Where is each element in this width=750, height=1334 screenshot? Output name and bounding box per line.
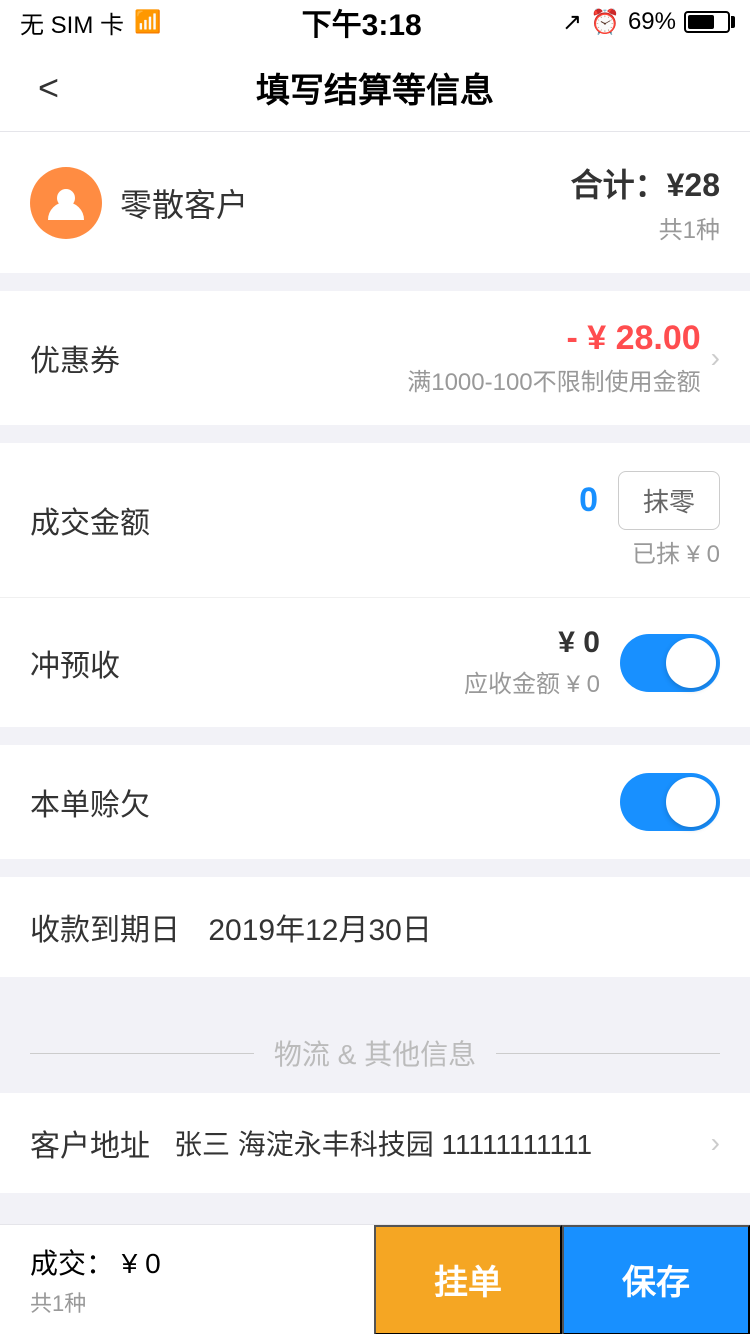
address-label: 客户地址 <box>30 1121 150 1165</box>
bottom-summary: 成交： ¥ 0 共1种 <box>0 1242 374 1318</box>
status-time: 下午3:18 <box>302 0 422 44</box>
battery-percent: 69% <box>628 8 676 36</box>
prepay-amount: ¥ 0 <box>464 626 600 660</box>
logistics-section: 物流 & 其他信息 <box>0 1013 750 1093</box>
status-right: ↗ ⏰ 69% <box>562 8 730 37</box>
transaction-sub: 已抹 ¥ 0 <box>579 534 720 569</box>
debt-label: 本单赊欠 <box>30 780 150 824</box>
address-arrow-icon: › <box>711 1127 720 1159</box>
total-amount: 合计：¥28 <box>571 160 720 206</box>
transaction-prepay-section: 成交金额 0 抹零 已抹 ¥ 0 冲预收 ¥ 0 应收金额 ¥ 0 <box>0 443 750 727</box>
bottom-bar: 成交： ¥ 0 共1种 挂单 保存 <box>0 1224 750 1334</box>
address-value: 张三 海淀永丰科技园 11111111111 <box>174 1123 701 1163</box>
bottom-count: 共1种 <box>30 1286 344 1318</box>
coupon-desc: 满1000-100不限制使用金额 <box>407 362 700 397</box>
prepay-row: 冲预收 ¥ 0 应收金额 ¥ 0 <box>0 598 750 727</box>
coupon-label: 优惠券 <box>30 336 120 380</box>
bottom-deal-value: ¥ 0 <box>122 1248 161 1279</box>
logistics-label: 物流 & 其他信息 <box>274 1033 476 1073</box>
customer-left: 零散客户 <box>30 167 248 239</box>
wifi-icon: 📶 <box>134 9 161 35</box>
battery-icon <box>684 11 730 33</box>
debt-section: 本单赊欠 <box>0 745 750 859</box>
transaction-amount: 0 <box>579 481 598 520</box>
no-sim-text: 无 SIM 卡 <box>20 5 124 40</box>
avatar <box>30 167 102 239</box>
bottom-deal-label: 成交： <box>30 1248 114 1279</box>
transaction-row: 成交金额 0 抹零 已抹 ¥ 0 <box>0 443 750 598</box>
round-button[interactable]: 抹零 <box>618 471 720 530</box>
total-count: 共1种 <box>571 210 720 245</box>
back-button[interactable]: < <box>28 57 69 119</box>
status-bar: 无 SIM 卡 📶 下午3:18 ↗ ⏰ 69% <box>0 0 750 44</box>
debt-toggle[interactable] <box>620 773 720 831</box>
prepay-desc: 应收金额 ¥ 0 <box>464 664 600 699</box>
customer-name: 零散客户 <box>120 180 248 226</box>
duedate-label: 收款到期日 <box>30 914 180 947</box>
logistics-line-left <box>30 1053 254 1054</box>
coupon-arrow-icon: › <box>711 342 720 374</box>
save-button[interactable]: 保存 <box>562 1225 750 1334</box>
customer-right: 合计：¥28 共1种 <box>571 160 720 245</box>
nav-bar: < 填写结算等信息 <box>0 44 750 132</box>
status-left: 无 SIM 卡 📶 <box>20 5 161 40</box>
hold-button[interactable]: 挂单 <box>374 1225 562 1334</box>
duedate-value: 2019年12月30日 <box>208 914 431 947</box>
prepay-toggle[interactable] <box>620 634 720 692</box>
logistics-line-right <box>496 1053 720 1054</box>
location-icon: ↗ <box>562 8 582 37</box>
alarm-icon: ⏰ <box>590 8 620 37</box>
duedate-section: 收款到期日 2019年12月30日 <box>0 877 750 977</box>
transaction-right: 0 抹零 已抹 ¥ 0 <box>579 471 720 569</box>
transaction-label: 成交金额 <box>30 498 150 542</box>
address-section[interactable]: 客户地址 张三 海淀永丰科技园 11111111111 › <box>0 1093 750 1193</box>
page-title: 填写结算等信息 <box>256 63 494 112</box>
coupon-right: - ¥ 28.00 满1000-100不限制使用金额 › <box>407 319 720 397</box>
prepay-right: ¥ 0 应收金额 ¥ 0 <box>464 626 720 699</box>
customer-row: 零散客户 合计：¥28 共1种 <box>0 132 750 273</box>
prepay-label: 冲预收 <box>30 641 120 685</box>
section-divider-1 <box>0 995 750 1013</box>
coupon-amount: - ¥ 28.00 <box>407 319 700 358</box>
main-content: 零散客户 合计：¥28 共1种 优惠券 - ¥ 28.00 满1000-100不… <box>0 132 750 1313</box>
coupon-section: 优惠券 - ¥ 28.00 满1000-100不限制使用金额 › <box>0 291 750 425</box>
coupon-row[interactable]: 优惠券 - ¥ 28.00 满1000-100不限制使用金额 › <box>0 291 750 425</box>
